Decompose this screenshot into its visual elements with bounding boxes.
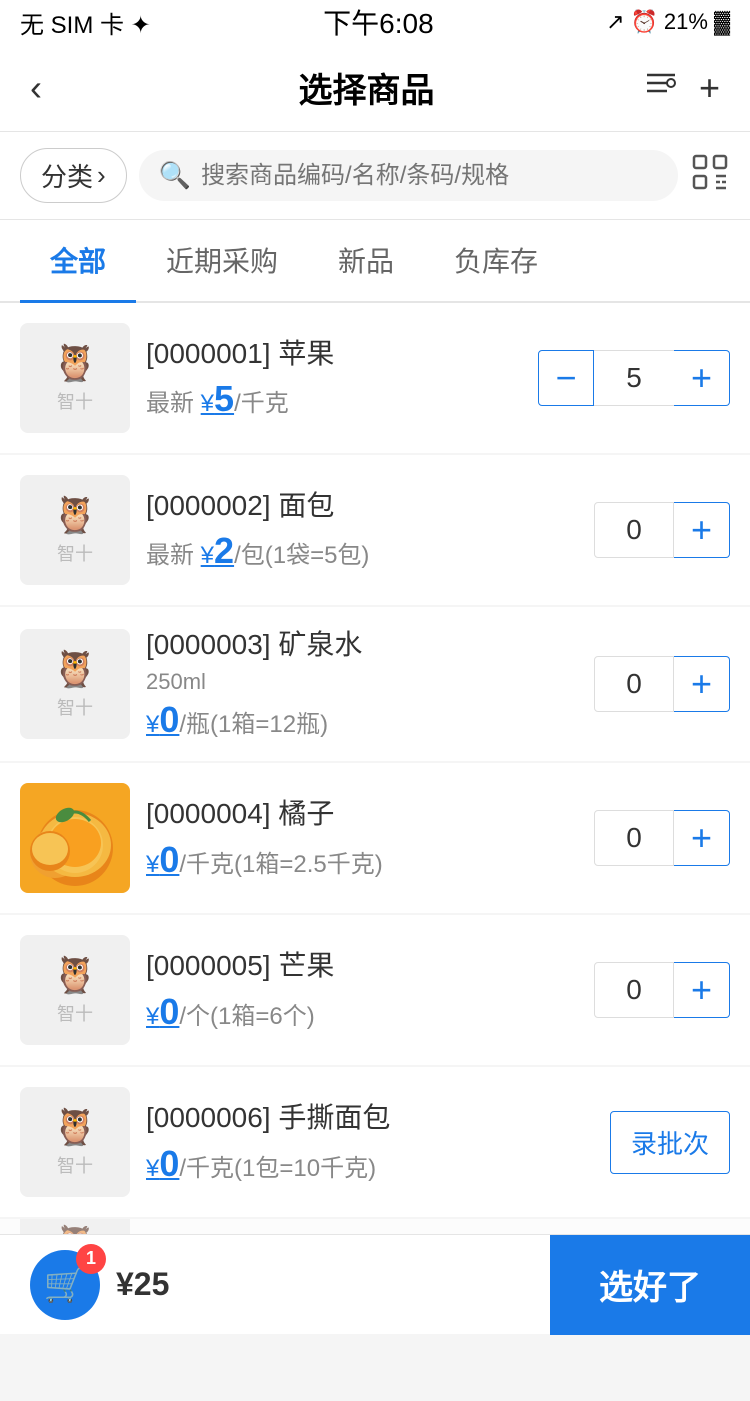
- brand-text: 智十: [57, 1152, 93, 1178]
- brand-text: 智十: [57, 540, 93, 566]
- product-thumb: 🦉 智十: [20, 629, 130, 739]
- product-info: [0000004] 橘子 ¥0/千克(1箱=2.5千克): [146, 796, 578, 880]
- cart-area: 🛒 1 ¥25: [0, 1250, 550, 1320]
- product-list: 🦉 智十 [0000001] 苹果 最新 ¥5/千克 − + 🦉 智十 [000…: [0, 303, 750, 1299]
- product-info: [0000005] 芒果 ¥0/个(1箱=6个): [146, 948, 578, 1032]
- search-box: 🔍: [139, 150, 678, 201]
- product-thumb: 🦉 智十: [20, 1087, 130, 1197]
- tab-new[interactable]: 新品: [308, 220, 424, 303]
- category-button[interactable]: 分类 ›: [20, 148, 127, 203]
- qty-increase-button[interactable]: +: [674, 350, 730, 406]
- product-name: [0000005] 芒果: [146, 948, 578, 984]
- product-info: [0000001] 苹果 最新 ¥5/千克: [146, 336, 522, 420]
- product-info: [0000006] 手撕面包 ¥0/千克(1包=10千克): [146, 1100, 594, 1184]
- list-item: 🦉 智十 [0000001] 苹果 最新 ¥5/千克 − +: [0, 303, 750, 453]
- qty-increase-button[interactable]: +: [674, 962, 730, 1018]
- brand-text: 智十: [57, 694, 93, 720]
- product-thumb: [20, 783, 130, 893]
- product-qty: +: [594, 656, 730, 712]
- product-qty: +: [594, 810, 730, 866]
- status-bar: 无 SIM 卡 ✦ 下午6:08 ↗ ⏰ 21% ▓: [0, 0, 750, 44]
- product-spec: 250ml: [146, 669, 578, 695]
- search-icon: 🔍: [159, 160, 191, 191]
- qty-increase-button[interactable]: +: [674, 810, 730, 866]
- qty-input[interactable]: [594, 656, 674, 712]
- product-name: [0000001] 苹果: [146, 336, 522, 372]
- qty-input[interactable]: [594, 810, 674, 866]
- owl-icon: 🦉: [53, 954, 98, 996]
- category-arrow: ›: [97, 160, 106, 191]
- owl-icon: 🦉: [53, 342, 98, 384]
- product-qty: − +: [538, 350, 730, 406]
- list-item: [0000004] 橘子 ¥0/千克(1箱=2.5千克) +: [0, 763, 750, 913]
- product-thumb: 🦉 智十: [20, 475, 130, 585]
- product-price: 最新 ¥2/包(1袋=5包): [146, 530, 578, 572]
- search-input[interactable]: [201, 162, 658, 190]
- product-name: [0000002] 面包: [146, 488, 578, 524]
- qty-increase-button[interactable]: +: [674, 502, 730, 558]
- filter-icon[interactable]: [643, 65, 679, 110]
- cart-icon: 🛒: [44, 1265, 86, 1305]
- category-label: 分类: [41, 157, 93, 194]
- product-name: [0000004] 橘子: [146, 796, 578, 832]
- nav-bar: ‹ 选择商品 +: [0, 44, 750, 132]
- confirm-button[interactable]: 选好了: [550, 1235, 750, 1335]
- back-button[interactable]: ‹: [30, 67, 90, 109]
- cart-icon-button[interactable]: 🛒 1: [30, 1250, 100, 1320]
- product-price: 最新 ¥5/千克: [146, 378, 522, 420]
- location-icon: ↗: [606, 9, 624, 35]
- product-qty: 录批次: [610, 1111, 730, 1174]
- tab-row: 全部 近期采购 新品 负库存: [0, 220, 750, 303]
- tab-recent[interactable]: 近期采购: [136, 220, 308, 303]
- product-name: [0000003] 矿泉水: [146, 627, 578, 663]
- add-button[interactable]: +: [699, 67, 720, 109]
- qty-decrease-button[interactable]: −: [538, 350, 594, 406]
- product-info: [0000002] 面包 最新 ¥2/包(1袋=5包): [146, 488, 578, 572]
- product-price: ¥0/千克(1包=10千克): [146, 1143, 594, 1185]
- brand-text: 智十: [57, 1000, 93, 1026]
- sim-status: 无 SIM 卡 ✦: [20, 5, 151, 40]
- list-item: 🦉 智十 [0000002] 面包 最新 ¥2/包(1袋=5包) +: [0, 455, 750, 605]
- product-thumb: 🦉 智十: [20, 323, 130, 433]
- product-price: ¥0/个(1箱=6个): [146, 991, 578, 1033]
- scan-icon[interactable]: [690, 152, 730, 200]
- list-item: 🦉 智十 [0000005] 芒果 ¥0/个(1箱=6个) +: [0, 915, 750, 1065]
- owl-icon: 🦉: [53, 494, 98, 536]
- filter-row: 分类 › 🔍: [0, 132, 750, 220]
- status-right: ↗ ⏰ 21% ▓: [606, 9, 730, 35]
- product-price: ¥0/瓶(1箱=12瓶): [146, 699, 578, 741]
- page-title: 选择商品: [298, 63, 434, 112]
- cart-badge: 1: [76, 1244, 106, 1274]
- bottom-bar: 🛒 1 ¥25 选好了: [0, 1234, 750, 1334]
- tab-all[interactable]: 全部: [20, 220, 136, 303]
- product-qty: +: [594, 962, 730, 1018]
- list-item: 🦉 智十 [0000006] 手撕面包 ¥0/千克(1包=10千克) 录批次: [0, 1067, 750, 1217]
- product-info: [0000003] 矿泉水 250ml ¥0/瓶(1箱=12瓶): [146, 627, 578, 741]
- product-name: [0000006] 手撕面包: [146, 1100, 594, 1136]
- alarm-icon: ⏰: [631, 9, 658, 35]
- brand-text: 智十: [57, 388, 93, 414]
- qty-input[interactable]: [594, 962, 674, 1018]
- qty-input[interactable]: [594, 502, 674, 558]
- product-qty: +: [594, 502, 730, 558]
- battery-level: 21%: [664, 9, 708, 35]
- nav-actions: +: [643, 65, 720, 110]
- product-price: ¥0/千克(1箱=2.5千克): [146, 839, 578, 881]
- tab-negative[interactable]: 负库存: [424, 220, 568, 303]
- status-left: 无 SIM 卡 ✦: [20, 5, 151, 40]
- battery-icon: ▓: [714, 9, 730, 35]
- list-item: 🦉 智十 [0000003] 矿泉水 250ml ¥0/瓶(1箱=12瓶) +: [0, 607, 750, 761]
- status-time: 下午6:08: [323, 2, 434, 42]
- qty-increase-button[interactable]: +: [674, 656, 730, 712]
- qty-input[interactable]: [594, 350, 674, 406]
- batch-button[interactable]: 录批次: [610, 1111, 730, 1174]
- product-thumb: 🦉 智十: [20, 935, 130, 1045]
- owl-icon: 🦉: [53, 1106, 98, 1148]
- owl-icon: 🦉: [53, 648, 98, 690]
- cart-total: ¥25: [116, 1266, 169, 1303]
